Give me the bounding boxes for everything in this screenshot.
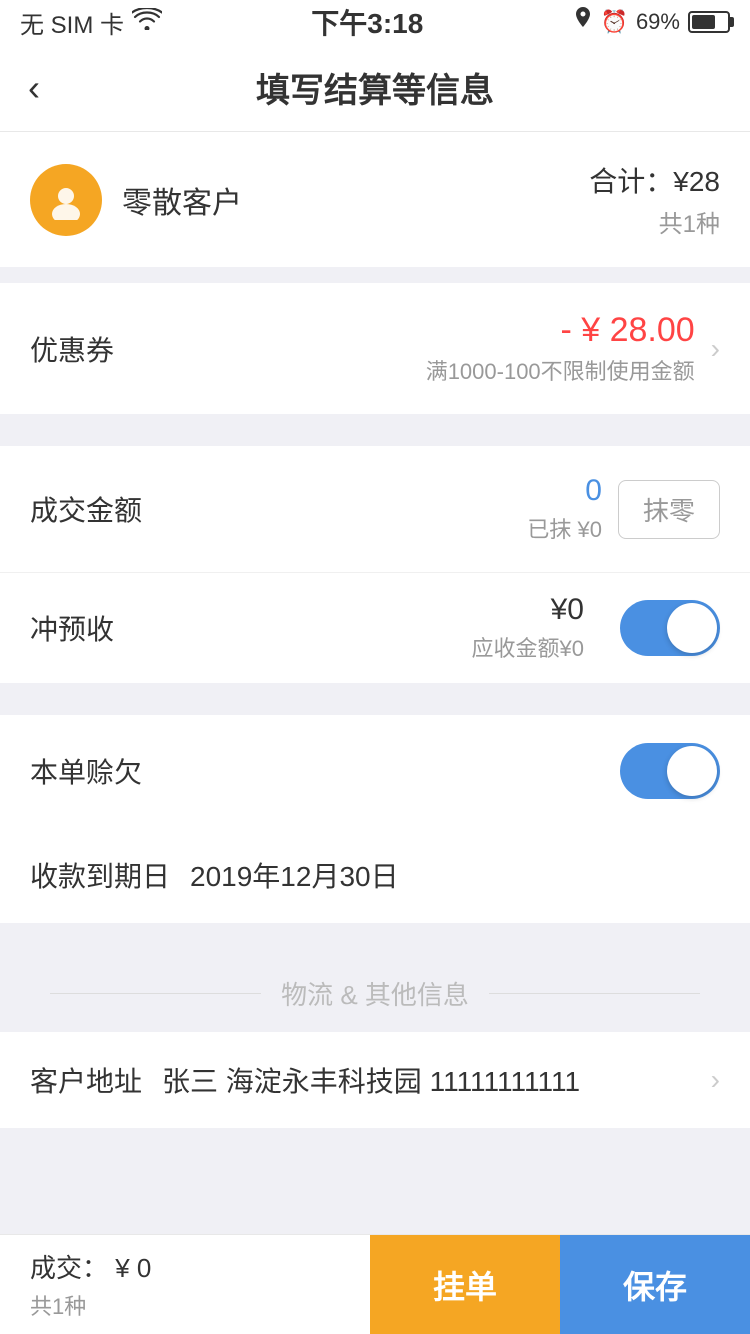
carrier-label: 无 SIM 卡 (20, 5, 124, 40)
page-content: 零散客户 合计：¥28 共1种 优惠券 - ¥ 28.00 满1000-100不… (0, 132, 750, 1244)
separator-3 (0, 939, 750, 955)
address-chevron: › (711, 1064, 720, 1096)
battery-percent: 69% (636, 9, 680, 35)
customer-count: 共1种 (589, 204, 720, 239)
status-bar-left: 无 SIM 卡 (20, 5, 162, 40)
customer-avatar (30, 164, 102, 236)
deal-amount-sub: 已抹 ¥0 (527, 512, 602, 544)
customer-name: 零散客户 (122, 178, 242, 222)
location-icon (573, 7, 593, 37)
prepayment-value-sub: 应收金额¥0 (472, 631, 584, 663)
logistics-label: 物流 & 其他信息 (281, 975, 469, 1012)
deal-amount-label: 成交金额 (30, 489, 142, 529)
battery-icon (688, 11, 730, 33)
deal-amount-section: 成交金额 0 已抹 ¥0 抹零 冲预收 ¥0 应收金额¥0 (0, 446, 750, 683)
save-button[interactable]: 保存 (560, 1235, 750, 1334)
deal-amount-right: 0 已抹 ¥0 抹零 (142, 474, 720, 544)
alarm-icon: ⏰ (601, 9, 628, 35)
bottom-bar: 成交： ¥ 0 共1种 挂单 保存 (0, 1234, 750, 1334)
prepayment-values: ¥0 应收金额¥0 (472, 593, 584, 663)
deal-amount-value-block: 0 已抹 ¥0 (527, 474, 602, 544)
customer-left: 零散客户 (30, 164, 242, 236)
prepayment-toggle[interactable] (620, 600, 720, 656)
credit-section: 本单赊欠 收款到期日 2019年12月30日 (0, 715, 750, 923)
pending-button[interactable]: 挂单 (370, 1235, 560, 1334)
status-time: 下午3:18 (311, 2, 423, 42)
bottom-info: 成交： ¥ 0 共1种 (0, 1248, 370, 1321)
due-date-label: 收款到期日 (30, 855, 170, 895)
logistics-separator: 物流 & 其他信息 (0, 955, 750, 1032)
due-date-value: 2019年12月30日 (190, 855, 399, 895)
prepayment-label: 冲预收 (30, 608, 114, 648)
toggle-knob (667, 603, 717, 653)
separator-2 (0, 699, 750, 715)
status-bar-right: ⏰ 69% (573, 7, 730, 37)
round-zero-button[interactable]: 抹零 (618, 480, 720, 539)
bottom-deal-value: ¥ 0 (115, 1253, 151, 1283)
bottom-deal: 成交： ¥ 0 (30, 1248, 340, 1285)
customer-section: 零散客户 合计：¥28 共1种 (0, 132, 750, 267)
coupon-value-block: - ¥ 28.00 满1000-100不限制使用金额 (426, 311, 695, 386)
status-bar: 无 SIM 卡 下午3:18 ⏰ 69% (0, 0, 750, 44)
credit-toggle[interactable] (620, 743, 720, 799)
customer-right: 合计：¥28 共1种 (589, 160, 720, 239)
address-section: 客户地址 张三 海淀永丰科技园 11111111111 › (0, 1032, 750, 1128)
wifi-icon (132, 8, 162, 37)
deal-amount-row: 成交金额 0 已抹 ¥0 抹零 (0, 446, 750, 573)
credit-row: 本单赊欠 (0, 715, 750, 827)
deal-amount-value: 0 (527, 474, 602, 508)
separator-1 (0, 430, 750, 446)
nav-bar: ‹ 填写结算等信息 (0, 44, 750, 132)
coupon-row[interactable]: 优惠券 - ¥ 28.00 满1000-100不限制使用金额 › (0, 283, 750, 414)
back-button[interactable]: ‹ (28, 67, 40, 109)
coupon-sub: 满1000-100不限制使用金额 (426, 354, 695, 386)
due-date-row: 收款到期日 2019年12月30日 (0, 827, 750, 923)
coupon-value: - ¥ 28.00 (426, 311, 695, 350)
coupon-section: 优惠券 - ¥ 28.00 满1000-100不限制使用金额 › (0, 283, 750, 414)
prepayment-row: 冲预收 ¥0 应收金额¥0 (0, 573, 750, 683)
customer-row: 零散客户 合计：¥28 共1种 (0, 132, 750, 267)
page-title: 填写结算等信息 (256, 63, 494, 112)
coupon-label: 优惠券 (30, 329, 114, 369)
bottom-deal-label: 成交： (30, 1253, 108, 1283)
address-label: 客户地址 (30, 1060, 142, 1100)
coupon-right: - ¥ 28.00 满1000-100不限制使用金额 › (114, 311, 720, 386)
address-row[interactable]: 客户地址 张三 海淀永丰科技园 11111111111 › (0, 1032, 750, 1128)
customer-total: 合计：¥28 (589, 160, 720, 200)
credit-toggle-knob (667, 746, 717, 796)
address-value: 张三 海淀永丰科技园 11111111111 (162, 1060, 711, 1100)
bottom-count: 共1种 (30, 1289, 340, 1321)
coupon-chevron: › (711, 333, 720, 365)
prepayment-value-top: ¥0 (472, 593, 584, 627)
credit-label: 本单赊欠 (30, 751, 142, 791)
